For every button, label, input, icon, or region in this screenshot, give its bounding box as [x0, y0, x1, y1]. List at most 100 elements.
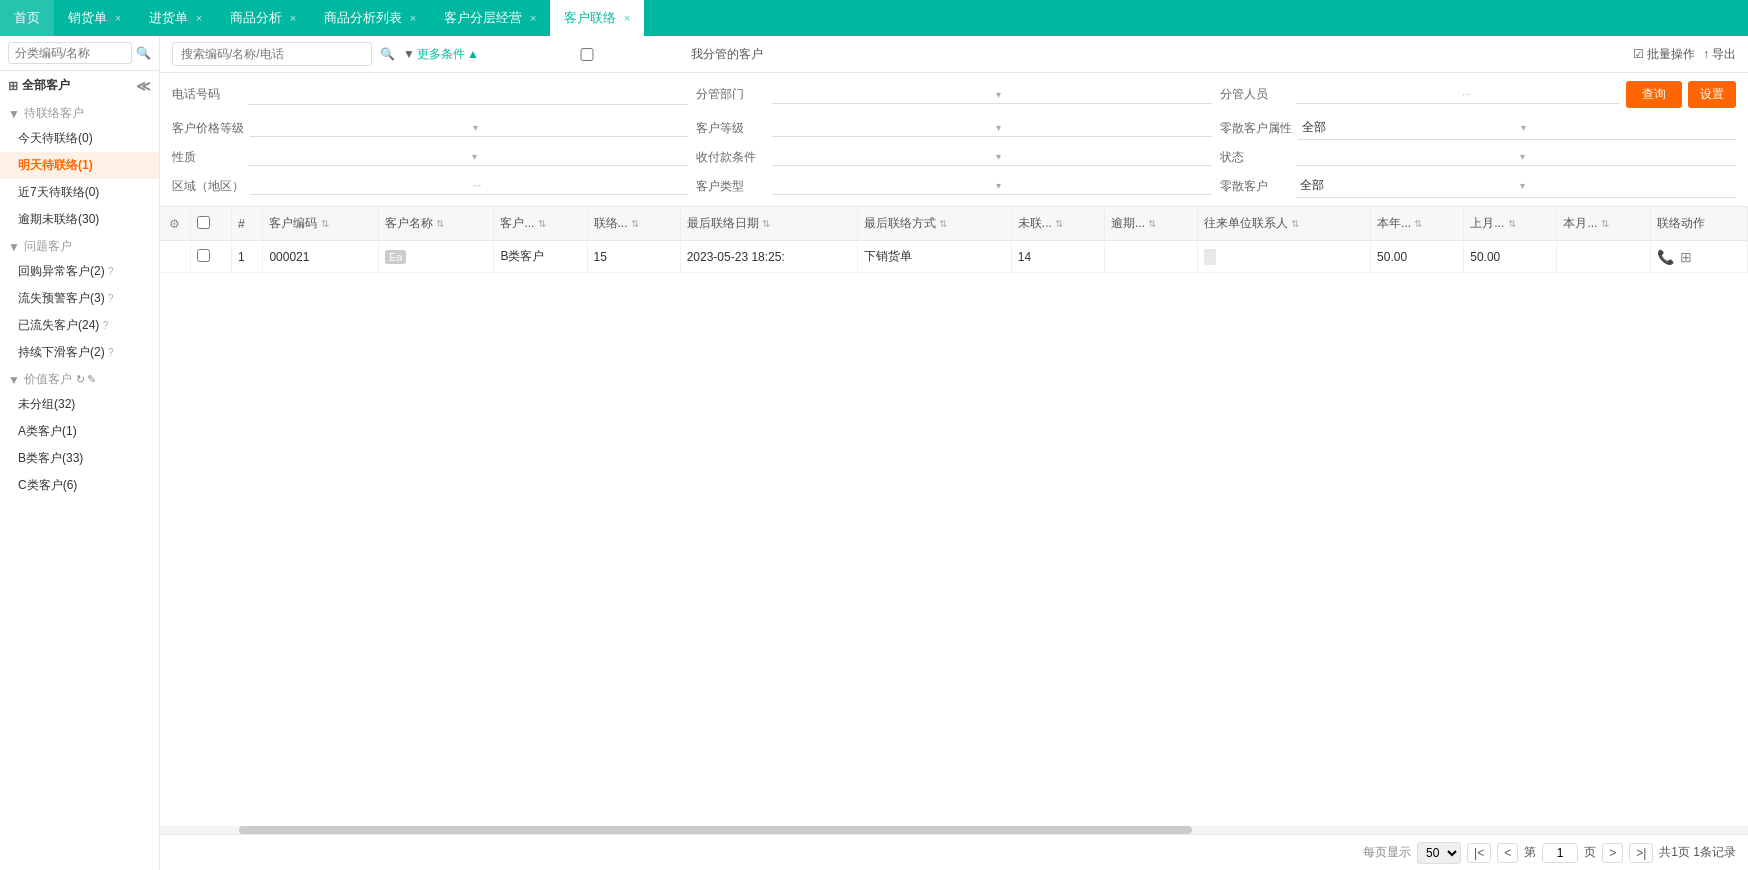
- filter-payment-dropdown[interactable]: ▾: [772, 148, 1212, 166]
- group-problem-title[interactable]: ▼ 问题客户: [0, 233, 159, 258]
- qr-action-icon[interactable]: ⊞: [1680, 249, 1692, 265]
- last-month-col-header[interactable]: 上月... ⇅: [1464, 207, 1557, 241]
- sidebar-item-overdue[interactable]: 逾期未联络(30): [0, 206, 159, 233]
- filter-row-3: 性质 ▾ 收付款条件 ▾ 状态: [172, 148, 1736, 166]
- nav-purchase[interactable]: 进货单 ×: [135, 0, 216, 36]
- nav-analysis[interactable]: 商品分析 ×: [216, 0, 310, 36]
- more-filter-button[interactable]: ▼ 更多条件 ▲: [403, 46, 479, 63]
- contact-col-header[interactable]: 联络... ⇅: [587, 207, 680, 241]
- partner-contact-col-header[interactable]: 往来单位联系人 ⇅: [1198, 207, 1371, 241]
- edit-icon[interactable]: ✎: [87, 373, 96, 386]
- nav-home[interactable]: 首页: [0, 0, 54, 36]
- row-num: 1: [232, 241, 263, 273]
- filter-phone-label: 电话号码: [172, 86, 242, 103]
- close-icon[interactable]: ×: [530, 12, 536, 24]
- settings-col-header[interactable]: ⚙: [160, 207, 190, 241]
- sidebar-item-c-class[interactable]: C类客户(6): [0, 472, 159, 499]
- batch-op-label: 批量操作: [1647, 46, 1695, 63]
- group-pending-contact-title[interactable]: ▼ 待联络客户: [0, 100, 159, 125]
- advanced-filters-panel: 电话号码 分管部门 ▾ 分管人员 ···: [160, 73, 1748, 207]
- nav-customer-contact[interactable]: 客户联络 ×: [550, 0, 644, 36]
- group-value-title[interactable]: ▼ 价值客户 ↻ ✎: [0, 366, 159, 391]
- filter-dept-dropdown[interactable]: ▾: [772, 86, 1212, 104]
- sidebar-item-b-class[interactable]: B类客户(33): [0, 445, 159, 472]
- collapse-icon[interactable]: ≪: [136, 78, 151, 94]
- filter-manager-label: 分管人员: [1220, 86, 1290, 103]
- phone-action-icon[interactable]: 📞: [1657, 249, 1674, 265]
- next-page-button[interactable]: >: [1602, 843, 1623, 863]
- close-icon[interactable]: ×: [290, 12, 296, 24]
- scrollbar-thumb[interactable]: [239, 826, 1192, 834]
- nav-analysis-list[interactable]: 商品分析列表 ×: [310, 0, 430, 36]
- last-contact-link[interactable]: 下销货单: [864, 249, 912, 263]
- filter-customer-level-dropdown[interactable]: ▾: [772, 119, 1212, 137]
- close-icon[interactable]: ×: [624, 12, 630, 24]
- search-button[interactable]: 🔍: [380, 47, 395, 61]
- sidebar-item-abnormal[interactable]: 回购异常客户(2) ?: [0, 258, 159, 285]
- last-page-button[interactable]: >|: [1629, 843, 1653, 863]
- sidebar-item-churned[interactable]: 已流失客户(24) ?: [0, 312, 159, 339]
- sidebar-item-ungrouped[interactable]: 未分组(32): [0, 391, 159, 418]
- refresh-icon[interactable]: ↻: [76, 373, 85, 386]
- last-contact-method-col-header[interactable]: 最后联络方式 ⇅: [858, 207, 1012, 241]
- chevron-up-icon: ▲: [467, 47, 479, 61]
- sidebar-search-input[interactable]: [8, 42, 132, 64]
- per-page-select[interactable]: 50: [1417, 842, 1461, 864]
- my-customer-checkbox[interactable]: [487, 48, 687, 61]
- settings-button[interactable]: 设置: [1688, 81, 1736, 108]
- row-checkbox[interactable]: [197, 249, 210, 262]
- page-number-input[interactable]: [1542, 843, 1578, 863]
- horizontal-scrollbar[interactable]: [160, 826, 1748, 834]
- group-title-label: 价值客户: [24, 371, 72, 388]
- sidebar-item-a-class[interactable]: A类客户(1): [0, 418, 159, 445]
- filter-retail-customer-dropdown[interactable]: 全部 ▾: [1296, 174, 1736, 198]
- all-customers-header[interactable]: ⊞ 全部客户 ≪: [0, 71, 159, 100]
- sort-icon: ⇅: [939, 218, 947, 229]
- filter-region-dropdown[interactable]: ···: [250, 177, 688, 195]
- search-input[interactable]: [172, 42, 372, 66]
- query-button[interactable]: 查询: [1626, 81, 1682, 108]
- page-unit: 页: [1584, 844, 1596, 861]
- select-all-checkbox[interactable]: [197, 216, 210, 229]
- type-col-header[interactable]: 客户... ⇅: [494, 207, 587, 241]
- code-col-header[interactable]: 客户编码 ⇅: [263, 207, 378, 241]
- filter-retail-attr-label: 零散客户属性: [1220, 120, 1292, 137]
- filter-status-dropdown[interactable]: ▾: [1296, 148, 1736, 166]
- nav-sales[interactable]: 销货单 ×: [54, 0, 135, 36]
- filter-retail-attr-dropdown[interactable]: 全部 ▾: [1298, 116, 1736, 140]
- sidebar-item-churn-warn[interactable]: 流失预警客户(3) ?: [0, 285, 159, 312]
- close-icon[interactable]: ×: [196, 12, 202, 24]
- this-year-col-header[interactable]: 本年... ⇅: [1371, 207, 1464, 241]
- no-contact-col-header[interactable]: 未联... ⇅: [1011, 207, 1104, 241]
- table-row: 1 000021 Ea B类客户 15 2023-05-23 18:25: 下销…: [160, 241, 1748, 273]
- sidebar-item-declining[interactable]: 持续下滑客户(2) ?: [0, 339, 159, 366]
- last-contact-date-col-header[interactable]: 最后联络日期 ⇅: [680, 207, 857, 241]
- close-icon[interactable]: ×: [115, 12, 121, 24]
- sidebar-item-today[interactable]: 今天待联络(0): [0, 125, 159, 152]
- filter-manager: 分管人员 ··· 查询 设置: [1220, 81, 1736, 108]
- sidebar-item-tomorrow[interactable]: 明天待联络(1): [0, 152, 159, 179]
- sidebar-search-icon[interactable]: 🔍: [136, 46, 151, 60]
- nav-customer-tier[interactable]: 客户分层经营 ×: [430, 0, 550, 36]
- batch-op-button[interactable]: ☑ 批量操作: [1633, 46, 1695, 63]
- row-contact: 15: [587, 241, 680, 273]
- name-col-header[interactable]: 客户名称 ⇅: [378, 207, 493, 241]
- total-label: 共1页 1条记录: [1659, 844, 1736, 861]
- prev-page-button[interactable]: <: [1497, 843, 1518, 863]
- checkbox-col-header[interactable]: [190, 207, 232, 241]
- checkbox-icon: ☑: [1633, 47, 1644, 61]
- first-page-button[interactable]: |<: [1467, 843, 1491, 863]
- export-button[interactable]: ↑ 导出: [1703, 46, 1736, 63]
- filter-price-level-dropdown[interactable]: ▾: [250, 119, 688, 137]
- filter-row-2: 客户价格等级 ▾ 客户等级 ▾ 零散客户属性 全部: [172, 116, 1736, 140]
- overdue-col-header[interactable]: 逾期... ⇅: [1104, 207, 1197, 241]
- filter-customer-type-dropdown[interactable]: ▾: [772, 177, 1212, 195]
- sidebar-item-7days[interactable]: 近7天待联络(0): [0, 179, 159, 206]
- row-last-contact-date: 2023-05-23 18:25:: [680, 241, 857, 273]
- my-customer-checkbox-label[interactable]: 我分管的客户: [487, 46, 763, 63]
- close-icon[interactable]: ×: [410, 12, 416, 24]
- filter-manager-dropdown[interactable]: ···: [1296, 86, 1620, 104]
- filter-phone-input[interactable]: [248, 84, 688, 105]
- filter-nature-dropdown[interactable]: ▾: [248, 148, 688, 166]
- this-month-col-header[interactable]: 本月... ⇅: [1557, 207, 1650, 241]
